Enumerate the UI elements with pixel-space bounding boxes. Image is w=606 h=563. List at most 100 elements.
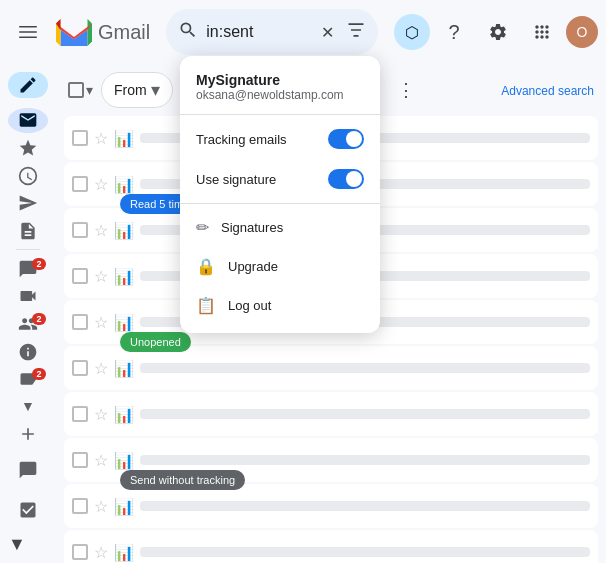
email-checkbox[interactable] [72, 130, 88, 146]
advanced-search-link[interactable]: Advanced search [501, 81, 594, 99]
sidebar-item-info[interactable] [8, 339, 48, 365]
sidebar-item-mail[interactable] [8, 108, 48, 134]
email-tracking-icon: 📊 [114, 405, 134, 424]
star-button[interactable]: ☆ [94, 129, 108, 148]
more-options-button[interactable]: ⋮ [388, 72, 424, 108]
sidebar-item-meet[interactable] [8, 284, 48, 310]
email-row[interactable]: ☆ 📊 Send without tracking [64, 484, 598, 528]
email-tracking-icon: 📊 [114, 543, 134, 562]
email-tracking-icon: 📊 [114, 451, 134, 470]
tracking-emails-label: Tracking emails [196, 132, 287, 147]
email-row[interactable]: ☆ 📊 Unopened [64, 346, 598, 390]
email-content-bar [140, 409, 590, 419]
sidebar-item-labels[interactable]: 2 [8, 366, 48, 392]
email-checkbox[interactable] [72, 314, 88, 330]
svg-rect-0 [19, 26, 37, 28]
popup-divider-1 [180, 114, 380, 115]
search-input[interactable]: in:sent [206, 23, 313, 41]
popup-divider-2 [180, 203, 380, 204]
logout-icon: 📋 [196, 296, 216, 315]
upgrade-icon: 🔒 [196, 257, 216, 276]
popup-user-name: MySignature [196, 72, 364, 88]
select-all-checkbox[interactable]: ▾ [68, 82, 93, 98]
email-row[interactable]: ☆ 📊 [64, 438, 598, 482]
apps-button[interactable] [522, 12, 562, 52]
search-bar[interactable]: in:sent ✕ [166, 9, 378, 55]
sidebar-item-snoozed[interactable] [8, 163, 48, 189]
star-button[interactable]: ☆ [94, 543, 108, 562]
sidebar-item-chat-bottom[interactable] [8, 450, 48, 490]
sidebar-add-button[interactable] [18, 424, 38, 448]
email-tracking-icon: 📊 [114, 497, 134, 516]
compose-button[interactable] [8, 72, 48, 98]
star-button[interactable]: ☆ [94, 405, 108, 424]
sidebar-divider [16, 249, 40, 250]
star-button[interactable]: ☆ [94, 313, 108, 332]
use-signature-toggle-row[interactable]: Use signature [180, 159, 380, 199]
email-checkbox[interactable] [72, 176, 88, 192]
toggle-knob-2 [346, 171, 362, 187]
email-checkbox[interactable] [72, 268, 88, 284]
use-signature-toggle[interactable] [328, 169, 364, 189]
star-button[interactable]: ☆ [94, 451, 108, 470]
advanced-search-text: Advanced search [501, 84, 594, 98]
email-checkbox[interactable] [72, 452, 88, 468]
sidebar-item-starred[interactable] [8, 135, 48, 161]
email-row[interactable]: ☆ 📊 [64, 530, 598, 563]
svg-rect-2 [19, 37, 37, 39]
from-label: From [114, 82, 147, 98]
email-checkbox[interactable] [72, 498, 88, 514]
search-filter-icon[interactable] [346, 20, 366, 45]
topbar: Gmail in:sent ✕ ⬡ ? O [0, 0, 606, 64]
upgrade-menu-item[interactable]: 🔒 Upgrade [180, 247, 380, 286]
star-button[interactable]: ☆ [94, 497, 108, 516]
star-button[interactable]: ☆ [94, 221, 108, 240]
checkbox-main[interactable] [68, 82, 84, 98]
star-button[interactable]: ☆ [94, 175, 108, 194]
email-checkbox[interactable] [72, 544, 88, 560]
signatures-label: Signatures [221, 220, 283, 235]
from-filter-button[interactable]: From ▾ [101, 72, 173, 108]
sidebar-item-sent[interactable] [8, 190, 48, 216]
sidebar-item-tasks[interactable] [8, 490, 48, 530]
email-checkbox[interactable] [72, 360, 88, 376]
email-content-bar [140, 363, 590, 373]
star-button[interactable]: ☆ [94, 267, 108, 286]
sidebar-item-drafts[interactable] [8, 218, 48, 244]
email-content-bar [140, 501, 590, 511]
duet-ai-button[interactable]: ⬡ [394, 14, 430, 50]
mysignature-popup: MySignature oksana@newoldstamp.com Track… [180, 56, 380, 333]
tracking-emails-toggle-row[interactable]: Tracking emails [180, 119, 380, 159]
upgrade-label: Upgrade [228, 259, 278, 274]
email-checkbox[interactable] [72, 222, 88, 238]
tracking-emails-toggle[interactable] [328, 129, 364, 149]
help-button[interactable]: ? [434, 12, 474, 52]
email-tracking-icon: 📊 [114, 267, 134, 286]
logout-menu-item[interactable]: 📋 Log out [180, 286, 380, 325]
sidebar-bottom: ▼ [8, 450, 48, 555]
logout-label: Log out [228, 298, 271, 313]
sidebar-expand-button[interactable]: ▼ [21, 398, 35, 414]
sidebar-item-chat[interactable]: 2 [8, 256, 48, 282]
email-tracking-icon: 📊 [114, 313, 134, 332]
search-icon [178, 20, 198, 45]
star-button[interactable]: ☆ [94, 359, 108, 378]
contacts-badge: 2 [32, 313, 46, 325]
menu-button[interactable] [8, 12, 48, 52]
settings-button[interactable] [478, 12, 518, 52]
sidebar-item-contacts[interactable]: 2 [8, 311, 48, 337]
topbar-right: ⬡ ? O [394, 12, 598, 52]
chat-badge: 2 [32, 258, 46, 270]
signatures-menu-item[interactable]: ✏ Signatures [180, 208, 380, 247]
avatar[interactable]: O [566, 16, 598, 48]
checkbox-dropdown-arrow[interactable]: ▾ [86, 82, 93, 98]
gmail-logo: Gmail [56, 19, 150, 46]
signatures-icon: ✏ [196, 218, 209, 237]
email-row[interactable]: ☆ 📊 [64, 392, 598, 436]
search-clear-button[interactable]: ✕ [321, 23, 334, 42]
sidebar-collapse-bottom[interactable]: ▼ [8, 534, 48, 555]
svg-rect-1 [19, 31, 37, 33]
email-checkbox[interactable] [72, 406, 88, 422]
gmail-text: Gmail [98, 21, 150, 44]
email-tracking-icon: 📊 [114, 129, 134, 148]
